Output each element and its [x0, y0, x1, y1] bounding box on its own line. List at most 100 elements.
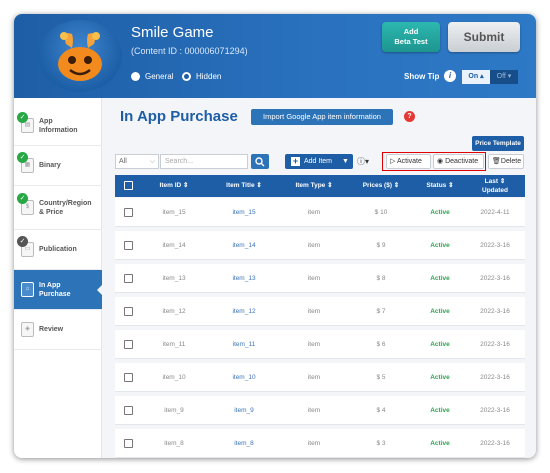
- cell-title[interactable]: item_9: [220, 396, 268, 425]
- row-checkbox[interactable]: [124, 208, 133, 217]
- play-icon: ▷: [390, 158, 397, 165]
- col-item-title[interactable]: Item Title ⇕: [220, 175, 268, 197]
- col-prices[interactable]: Prices ($) ⇕: [357, 175, 405, 197]
- radio-unselected-icon: [131, 72, 140, 81]
- radio-hidden[interactable]: Hidden: [182, 72, 221, 81]
- col-status[interactable]: Status ⇕: [420, 175, 460, 197]
- app-logo: [38, 20, 122, 92]
- sidebar-item-app-information[interactable]: ▤ ✓ App Information: [14, 106, 102, 146]
- cell-price: $ 5: [376, 374, 386, 381]
- cell-id: item_10: [162, 374, 186, 381]
- col-label: Prices ($): [362, 182, 392, 189]
- add-beta-label-2: Beta Test: [394, 37, 428, 46]
- table-row[interactable]: item_8 item_8 item $ 3 Active 2022-3-16: [115, 429, 525, 458]
- cell-title[interactable]: item_13: [220, 264, 268, 293]
- cell-id: item_9: [164, 407, 184, 414]
- search-button[interactable]: [251, 154, 269, 169]
- sidebar-item-review[interactable]: ◈ Review: [14, 310, 102, 350]
- toggle-on[interactable]: On ▴: [462, 70, 490, 84]
- cell-status: Active: [430, 209, 450, 216]
- info-icon[interactable]: i: [444, 70, 456, 82]
- activate-button[interactable]: ▷ Activate: [386, 154, 431, 169]
- cell-title[interactable]: item_14: [220, 231, 268, 260]
- import-google-items-button[interactable]: Import Google App item information: [251, 109, 393, 125]
- cell-updated: 2022-3-16: [480, 308, 510, 315]
- row-checkbox[interactable]: [124, 406, 133, 415]
- sidebar-label: In App: [39, 281, 61, 289]
- table-row[interactable]: item_10 item_10 item $ 5 Active 2022-3-16: [115, 363, 525, 392]
- app-header: Smile Game (Content ID : 000006071294) G…: [14, 14, 536, 98]
- col-label: Item Title: [226, 182, 255, 189]
- col-label: Last: [484, 178, 499, 185]
- sidebar-item-country-region[interactable]: $ ✓ Country/Region & Price: [14, 186, 102, 230]
- filter-select[interactable]: All ⌵: [115, 154, 159, 169]
- sidebar-item-binary[interactable]: ▦ ✓ Binary: [14, 146, 102, 186]
- submit-button[interactable]: Submit: [448, 22, 520, 52]
- row-checkbox[interactable]: [124, 307, 133, 316]
- add-item-button[interactable]: + Add Item ▼: [285, 154, 353, 169]
- cell-status: Active: [430, 374, 450, 381]
- cell-title[interactable]: item_8: [220, 429, 268, 458]
- table-row[interactable]: item_13 item_13 item $ 8 Active 2022-3-16: [115, 264, 525, 293]
- row-checkbox[interactable]: [124, 439, 133, 448]
- cell-type: item: [307, 209, 321, 216]
- cell-id: item_14: [162, 242, 186, 249]
- cell-type: item: [307, 440, 321, 447]
- price-template-button[interactable]: Price Template: [472, 136, 524, 151]
- cell-status: Active: [430, 407, 450, 414]
- row-checkbox[interactable]: [124, 340, 133, 349]
- sidebar-item-publication[interactable]: ▭ ✓ Publication: [14, 230, 102, 270]
- cell-updated: 2022-3-16: [480, 440, 510, 447]
- add-beta-test-button[interactable]: Add Beta Test: [382, 22, 440, 52]
- col-last-updated[interactable]: Last ⇕ Updated: [475, 175, 515, 197]
- cell-updated: 2022-4-11: [480, 209, 510, 216]
- app-window: Smile Game (Content ID : 000006071294) G…: [14, 14, 536, 458]
- cell-title[interactable]: item_10: [220, 363, 268, 392]
- row-checkbox[interactable]: [124, 373, 133, 382]
- row-checkbox[interactable]: [124, 274, 133, 283]
- row-checkbox[interactable]: [124, 241, 133, 250]
- cell-price: $ 6: [376, 341, 386, 348]
- toggle-off[interactable]: Off ▾: [490, 70, 518, 84]
- cell-id: item_11: [162, 341, 186, 348]
- col-item-id[interactable]: Item ID ⇕: [153, 175, 195, 197]
- sidebar-item-in-app-purchase[interactable]: ⌂ In App Purchase: [14, 270, 103, 310]
- info-circle-icon: ⓘ: [357, 157, 365, 166]
- select-all-checkbox[interactable]: [124, 181, 133, 190]
- cell-price: $ 4: [376, 407, 386, 414]
- sidebar-label: Review: [39, 326, 64, 333]
- info-dropdown[interactable]: ⓘ▾: [357, 154, 379, 169]
- chevron-down-icon: ⌵: [149, 158, 155, 165]
- cell-id: item_12: [162, 308, 186, 315]
- delete-button[interactable]: 🗑Delete: [488, 154, 524, 169]
- sidebar-label: & Price: [39, 208, 64, 216]
- radio-general[interactable]: General: [131, 72, 173, 81]
- help-icon[interactable]: ?: [404, 111, 415, 122]
- check-icon: ✓: [17, 193, 28, 204]
- cell-title[interactable]: item_11: [220, 330, 268, 359]
- table-header: Item ID ⇕ Item Title ⇕ Item Type ⇕ Price…: [115, 175, 525, 197]
- deactivate-button[interactable]: ◉ Deactivate: [433, 154, 484, 169]
- cell-price: $ 7: [376, 308, 386, 315]
- cell-id: item_15: [162, 209, 186, 216]
- table-row[interactable]: item_9 item_9 item $ 4 Active 2022-3-16: [115, 396, 525, 425]
- app-name: Smile Game: [131, 24, 214, 41]
- table-row[interactable]: item_11 item_11 item $ 6 Active 2022-3-16: [115, 330, 525, 359]
- table-row[interactable]: item_12 item_12 item $ 7 Active 2022-3-16: [115, 297, 525, 326]
- search-input[interactable]: Search...: [160, 154, 248, 169]
- check-icon: ✓: [17, 152, 28, 163]
- cell-price: $ 10: [374, 209, 388, 216]
- sidebar-label: Publication: [39, 246, 77, 253]
- show-tip-toggle[interactable]: On ▴ Off ▾: [462, 70, 518, 84]
- caret-down-icon: ▼: [342, 158, 349, 165]
- cell-type: item: [307, 308, 321, 315]
- col-item-type[interactable]: Item Type ⇕: [290, 175, 338, 197]
- cart-icon: ⌂: [21, 282, 34, 297]
- cell-type: item: [307, 341, 321, 348]
- cell-title[interactable]: item_15: [220, 198, 268, 227]
- cell-title[interactable]: item_12: [220, 297, 268, 326]
- cell-id: item_13: [162, 275, 186, 282]
- table-row[interactable]: item_14 item_14 item $ 9 Active 2022-3-16: [115, 231, 525, 260]
- cell-id: item_8: [164, 440, 184, 447]
- table-row[interactable]: item_15 item_15 item $ 10 Active 2022-4-11: [115, 198, 525, 227]
